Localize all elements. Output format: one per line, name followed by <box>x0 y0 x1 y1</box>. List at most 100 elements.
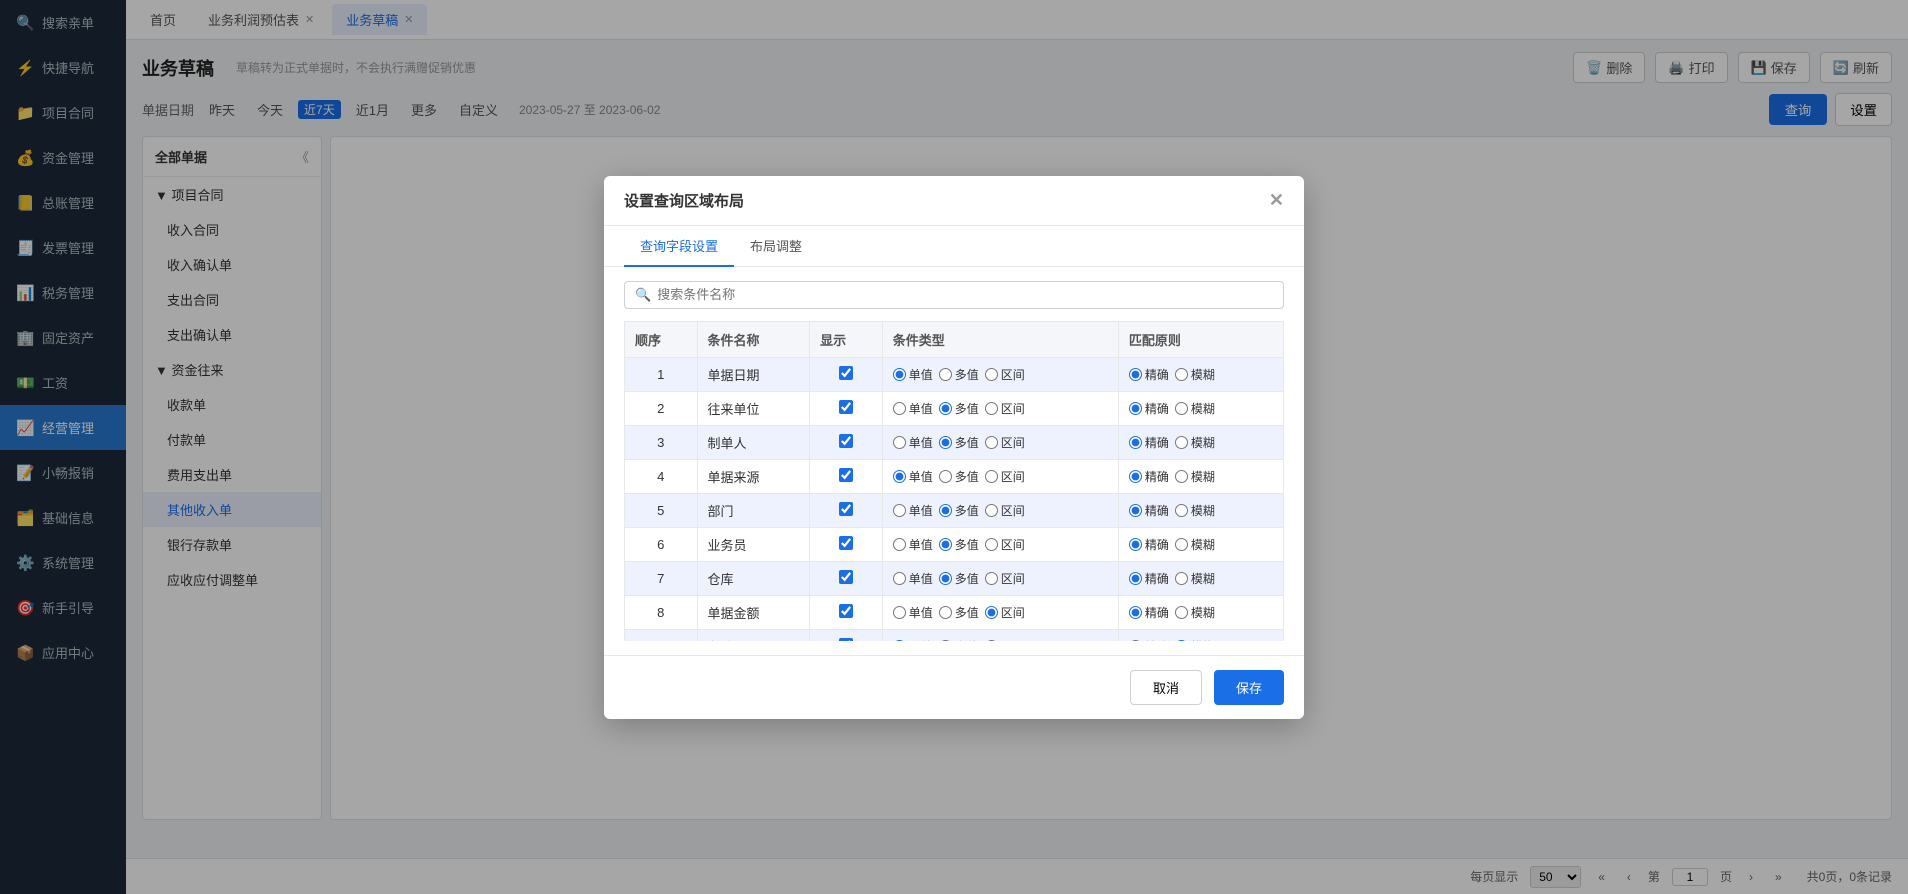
cond-multi-5[interactable]: 多值 <box>939 536 979 553</box>
cond-range-1[interactable]: 区间 <box>985 400 1025 417</box>
match-exact-8[interactable]: 精确 <box>1129 638 1169 641</box>
match-fuzzy-6[interactable]: 模糊 <box>1175 570 1215 587</box>
conditions-table: 顺序 条件名称 显示 条件类型 匹配原则 1 单据日期 单值 <box>624 321 1284 641</box>
col-order: 顺序 <box>625 321 698 357</box>
cond-multi-1[interactable]: 多值 <box>939 400 979 417</box>
cond-range-5[interactable]: 区间 <box>985 536 1025 553</box>
dialog: 设置查询区域布局 ✕ 查询字段设置 布局调整 🔍 顺序 条件名称 显示 <box>604 176 1304 719</box>
cell-order: 5 <box>625 493 698 527</box>
col-type: 条件类型 <box>882 321 1118 357</box>
cond-multi-6[interactable]: 多值 <box>939 570 979 587</box>
cond-multi-2[interactable]: 多值 <box>939 434 979 451</box>
cond-range-7[interactable]: 区间 <box>985 604 1025 621</box>
table-row: 2 往来单位 单值 多值 区间 精确 <box>625 391 1284 425</box>
match-fuzzy-8[interactable]: 模糊 <box>1175 638 1215 641</box>
cond-single-0[interactable]: 单值 <box>893 366 933 383</box>
cell-condition: 单值 多值 区间 <box>882 493 1118 527</box>
dialog-body: 🔍 顺序 条件名称 显示 条件类型 匹配原则 <box>604 267 1304 655</box>
cell-show[interactable] <box>810 527 883 561</box>
cond-multi-3[interactable]: 多值 <box>939 468 979 485</box>
cell-order: 8 <box>625 595 698 629</box>
match-fuzzy-1[interactable]: 模糊 <box>1175 400 1215 417</box>
cond-range-6[interactable]: 区间 <box>985 570 1025 587</box>
cell-order: 4 <box>625 459 698 493</box>
cond-single-8[interactable]: 单值 <box>893 638 933 641</box>
cond-single-6[interactable]: 单值 <box>893 570 933 587</box>
match-exact-4[interactable]: 精确 <box>1129 502 1169 519</box>
match-exact-6[interactable]: 精确 <box>1129 570 1169 587</box>
cond-single-5[interactable]: 单值 <box>893 536 933 553</box>
show-checkbox-0[interactable] <box>839 366 853 380</box>
dialog-search-input[interactable] <box>657 287 1273 302</box>
dialog-header: 设置查询区域布局 ✕ <box>604 176 1304 226</box>
modal-overlay: 设置查询区域布局 ✕ 查询字段设置 布局调整 🔍 顺序 条件名称 显示 <box>0 0 1908 894</box>
cell-name: 往来单位 <box>697 391 810 425</box>
show-checkbox-4[interactable] <box>839 502 853 516</box>
match-exact-5[interactable]: 精确 <box>1129 536 1169 553</box>
cell-show[interactable] <box>810 595 883 629</box>
cell-name: 制单人 <box>697 425 810 459</box>
cell-condition: 单值 多值 区间 <box>882 561 1118 595</box>
match-fuzzy-4[interactable]: 模糊 <box>1175 502 1215 519</box>
cell-condition: 单值 多值 区间 <box>882 357 1118 391</box>
match-fuzzy-2[interactable]: 模糊 <box>1175 434 1215 451</box>
cond-single-1[interactable]: 单值 <box>893 400 933 417</box>
cond-range-4[interactable]: 区间 <box>985 502 1025 519</box>
cell-show[interactable] <box>810 629 883 641</box>
match-exact-7[interactable]: 精确 <box>1129 604 1169 621</box>
match-fuzzy-7[interactable]: 模糊 <box>1175 604 1215 621</box>
cell-match: 精确 模糊 <box>1118 425 1283 459</box>
table-row: 5 部门 单值 多值 区间 精确 <box>625 493 1284 527</box>
dialog-title: 设置查询区域布局 <box>624 190 744 211</box>
match-exact-2[interactable]: 精确 <box>1129 434 1169 451</box>
show-checkbox-8[interactable] <box>839 638 853 641</box>
cell-show[interactable] <box>810 357 883 391</box>
dialog-tabs: 查询字段设置 布局调整 <box>604 226 1304 267</box>
cond-single-4[interactable]: 单值 <box>893 502 933 519</box>
cond-single-2[interactable]: 单值 <box>893 434 933 451</box>
save-button[interactable]: 保存 <box>1214 670 1284 705</box>
cell-condition: 单值 多值 区间 <box>882 425 1118 459</box>
cell-show[interactable] <box>810 459 883 493</box>
match-fuzzy-3[interactable]: 模糊 <box>1175 468 1215 485</box>
cond-single-3[interactable]: 单值 <box>893 468 933 485</box>
cond-multi-0[interactable]: 多值 <box>939 366 979 383</box>
cond-range-3[interactable]: 区间 <box>985 468 1025 485</box>
cell-condition: 单值 多值 区间 <box>882 459 1118 493</box>
cell-show[interactable] <box>810 425 883 459</box>
cell-name: 部门 <box>697 493 810 527</box>
cell-show[interactable] <box>810 391 883 425</box>
cond-range-0[interactable]: 区间 <box>985 366 1025 383</box>
match-exact-3[interactable]: 精确 <box>1129 468 1169 485</box>
dialog-tab-layout[interactable]: 布局调整 <box>734 226 818 267</box>
show-checkbox-7[interactable] <box>839 604 853 618</box>
show-checkbox-1[interactable] <box>839 400 853 414</box>
cell-show[interactable] <box>810 561 883 595</box>
cond-multi-4[interactable]: 多值 <box>939 502 979 519</box>
cond-range-8[interactable]: 区间 <box>985 638 1025 641</box>
match-exact-1[interactable]: 精确 <box>1129 400 1169 417</box>
cell-name: 单据日期 <box>697 357 810 391</box>
cond-range-2[interactable]: 区间 <box>985 434 1025 451</box>
cond-multi-7[interactable]: 多值 <box>939 604 979 621</box>
cell-name: 单据金额 <box>697 595 810 629</box>
cond-single-7[interactable]: 单值 <box>893 604 933 621</box>
cell-name: 备注 <box>697 629 810 641</box>
show-checkbox-2[interactable] <box>839 434 853 448</box>
match-exact-0[interactable]: 精确 <box>1129 366 1169 383</box>
show-checkbox-6[interactable] <box>839 570 853 584</box>
show-checkbox-5[interactable] <box>839 536 853 550</box>
match-fuzzy-5[interactable]: 模糊 <box>1175 536 1215 553</box>
cancel-button[interactable]: 取消 <box>1130 670 1202 705</box>
col-show: 显示 <box>810 321 883 357</box>
dialog-tab-fields[interactable]: 查询字段设置 <box>624 226 734 267</box>
table-row: 6 业务员 单值 多值 区间 精确 <box>625 527 1284 561</box>
cell-match: 精确 模糊 <box>1118 561 1283 595</box>
conditions-tbody: 1 单据日期 单值 多值 区间 精确 <box>625 357 1284 641</box>
cond-multi-8[interactable]: 多值 <box>939 638 979 641</box>
cell-match: 精确 模糊 <box>1118 595 1283 629</box>
show-checkbox-3[interactable] <box>839 468 853 482</box>
dialog-close-button[interactable]: ✕ <box>1269 191 1284 209</box>
match-fuzzy-0[interactable]: 模糊 <box>1175 366 1215 383</box>
cell-show[interactable] <box>810 493 883 527</box>
